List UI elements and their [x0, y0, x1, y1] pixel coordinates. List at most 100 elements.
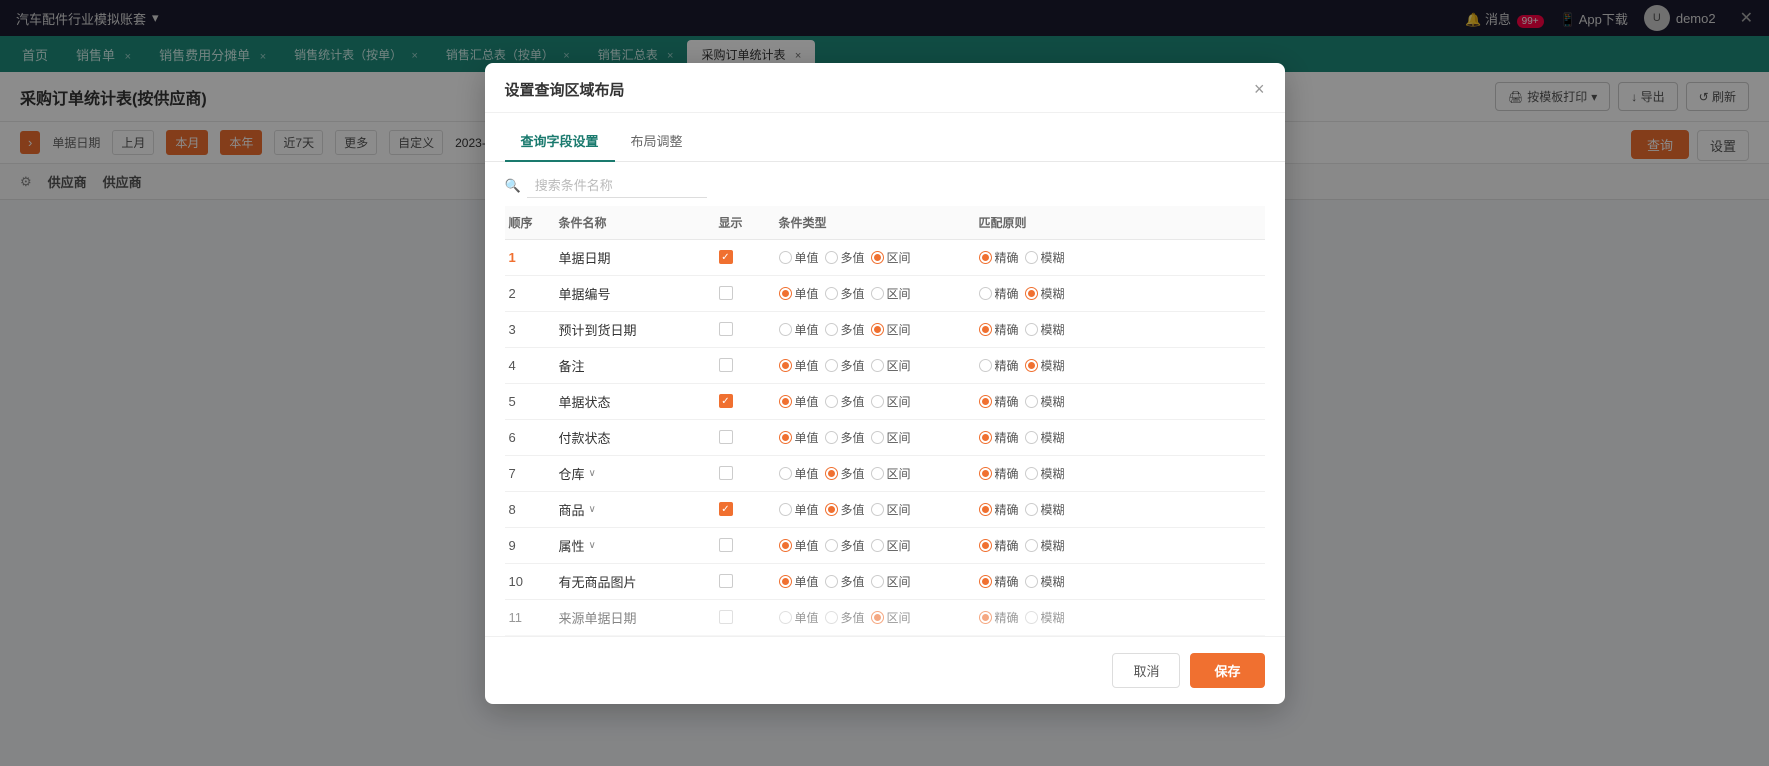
- dropdown-icon-7[interactable]: ∨: [589, 468, 596, 479]
- radio-multi-8[interactable]: 多值: [825, 501, 865, 518]
- radio-single-8[interactable]: 单值: [779, 501, 819, 518]
- cell-type: 单值 多值 区间: [775, 537, 975, 554]
- cell-show[interactable]: [715, 394, 775, 408]
- radio-exact-8[interactable]: 精确: [979, 501, 1019, 518]
- radio-multi-11[interactable]: 多值: [825, 609, 865, 626]
- col-header-match: 匹配原则: [975, 214, 1175, 231]
- cell-match: 精确 模糊: [975, 285, 1175, 302]
- cell-match: 精确 模糊: [975, 429, 1175, 446]
- cancel-btn[interactable]: 取消: [1112, 653, 1180, 688]
- radio-exact-9[interactable]: 精确: [979, 537, 1019, 554]
- dialog-tab-query-fields[interactable]: 查询字段设置: [505, 125, 615, 162]
- dropdown-icon-9[interactable]: ∨: [589, 540, 596, 551]
- radio-range-8[interactable]: 区间: [871, 501, 911, 518]
- radio-single-10[interactable]: 单值: [779, 573, 819, 590]
- radio-fuzzy-4[interactable]: 模糊: [1025, 357, 1065, 374]
- cell-show[interactable]: [715, 250, 775, 264]
- checkbox-show-11[interactable]: [719, 610, 733, 624]
- cell-show[interactable]: [715, 358, 775, 372]
- radio-exact-3[interactable]: 精确: [979, 321, 1019, 338]
- cell-type: 单值 多值 区间: [775, 285, 975, 302]
- radio-range-5[interactable]: 区间: [871, 393, 911, 410]
- radio-single-5[interactable]: 单值: [779, 393, 819, 410]
- cell-match: 精确 模糊: [975, 609, 1175, 626]
- radio-range-1[interactable]: 区间: [871, 249, 911, 266]
- checkbox-show-8[interactable]: [719, 502, 733, 516]
- radio-multi-5[interactable]: 多值: [825, 393, 865, 410]
- radio-range-2[interactable]: 区间: [871, 285, 911, 302]
- save-btn[interactable]: 保存: [1190, 653, 1264, 688]
- checkbox-show-3[interactable]: [719, 322, 733, 336]
- radio-range-3[interactable]: 区间: [871, 321, 911, 338]
- radio-exact-6[interactable]: 精确: [979, 429, 1019, 446]
- radio-multi-10[interactable]: 多值: [825, 573, 865, 590]
- radio-single-6[interactable]: 单值: [779, 429, 819, 446]
- search-input[interactable]: [527, 174, 707, 198]
- checkbox-show-7[interactable]: [719, 466, 733, 480]
- radio-single-11[interactable]: 单值: [779, 609, 819, 626]
- cell-show[interactable]: [715, 502, 775, 516]
- dropdown-icon-8[interactable]: ∨: [589, 504, 596, 515]
- radio-fuzzy-9[interactable]: 模糊: [1025, 537, 1065, 554]
- radio-multi-4[interactable]: 多值: [825, 357, 865, 374]
- cell-name: 商品 ∨: [555, 500, 715, 519]
- radio-fuzzy-8[interactable]: 模糊: [1025, 501, 1065, 518]
- radio-fuzzy-1[interactable]: 模糊: [1025, 249, 1065, 266]
- radio-range-10[interactable]: 区间: [871, 573, 911, 590]
- dialog-tab-layout[interactable]: 布局调整: [615, 125, 699, 162]
- radio-fuzzy-3[interactable]: 模糊: [1025, 321, 1065, 338]
- radio-multi-3[interactable]: 多值: [825, 321, 865, 338]
- checkbox-show-6[interactable]: [719, 430, 733, 444]
- radio-fuzzy-7[interactable]: 模糊: [1025, 465, 1065, 482]
- radio-exact-11[interactable]: 精确: [979, 609, 1019, 626]
- checkbox-show-4[interactable]: [719, 358, 733, 372]
- checkbox-show-10[interactable]: [719, 574, 733, 588]
- radio-fuzzy-2[interactable]: 模糊: [1025, 285, 1065, 302]
- radio-single-1[interactable]: 单值: [779, 249, 819, 266]
- radio-range-4[interactable]: 区间: [871, 357, 911, 374]
- radio-single-2[interactable]: 单值: [779, 285, 819, 302]
- checkbox-show-1[interactable]: [719, 250, 733, 264]
- checkbox-show-9[interactable]: [719, 538, 733, 552]
- radio-fuzzy-6[interactable]: 模糊: [1025, 429, 1065, 446]
- checkbox-show-2[interactable]: [719, 286, 733, 300]
- cell-show[interactable]: [715, 610, 775, 624]
- table-row: 8 商品 ∨ 单值 多值 区间 精确 模糊: [505, 492, 1265, 528]
- radio-multi-9[interactable]: 多值: [825, 537, 865, 554]
- radio-fuzzy-11[interactable]: 模糊: [1025, 609, 1065, 626]
- radio-multi-1[interactable]: 多值: [825, 249, 865, 266]
- radio-single-3[interactable]: 单值: [779, 321, 819, 338]
- radio-multi-7[interactable]: 多值: [825, 465, 865, 482]
- radio-fuzzy-10[interactable]: 模糊: [1025, 573, 1065, 590]
- radio-exact-10[interactable]: 精确: [979, 573, 1019, 590]
- radio-exact-7[interactable]: 精确: [979, 465, 1019, 482]
- radio-single-7[interactable]: 单值: [779, 465, 819, 482]
- cell-name: 备注: [555, 356, 715, 375]
- radio-single-9[interactable]: 单值: [779, 537, 819, 554]
- cell-name: 属性 ∨: [555, 536, 715, 555]
- radio-range-6[interactable]: 区间: [871, 429, 911, 446]
- radio-fuzzy-5[interactable]: 模糊: [1025, 393, 1065, 410]
- cell-show[interactable]: [715, 538, 775, 552]
- radio-multi-6[interactable]: 多值: [825, 429, 865, 446]
- table-row: 10 有无商品图片 单值 多值 区间 精确 模糊: [505, 564, 1265, 600]
- radio-exact-1[interactable]: 精确: [979, 249, 1019, 266]
- radio-multi-2[interactable]: 多值: [825, 285, 865, 302]
- cell-show[interactable]: [715, 466, 775, 480]
- cell-show[interactable]: [715, 574, 775, 588]
- dialog-close-btn[interactable]: ×: [1254, 80, 1265, 98]
- radio-exact-4[interactable]: 精确: [979, 357, 1019, 374]
- radio-range-9[interactable]: 区间: [871, 537, 911, 554]
- radio-exact-5[interactable]: 精确: [979, 393, 1019, 410]
- radio-exact-2[interactable]: 精确: [979, 285, 1019, 302]
- checkbox-show-5[interactable]: [719, 394, 733, 408]
- cell-name: 单据日期: [555, 248, 715, 267]
- col-header-order: 顺序: [505, 214, 555, 231]
- cell-show[interactable]: [715, 430, 775, 444]
- radio-range-7[interactable]: 区间: [871, 465, 911, 482]
- cell-show[interactable]: [715, 322, 775, 336]
- dialog-header: 设置查询区域布局 ×: [485, 63, 1285, 113]
- radio-range-11[interactable]: 区间: [871, 609, 911, 626]
- radio-single-4[interactable]: 单值: [779, 357, 819, 374]
- cell-show[interactable]: [715, 286, 775, 300]
